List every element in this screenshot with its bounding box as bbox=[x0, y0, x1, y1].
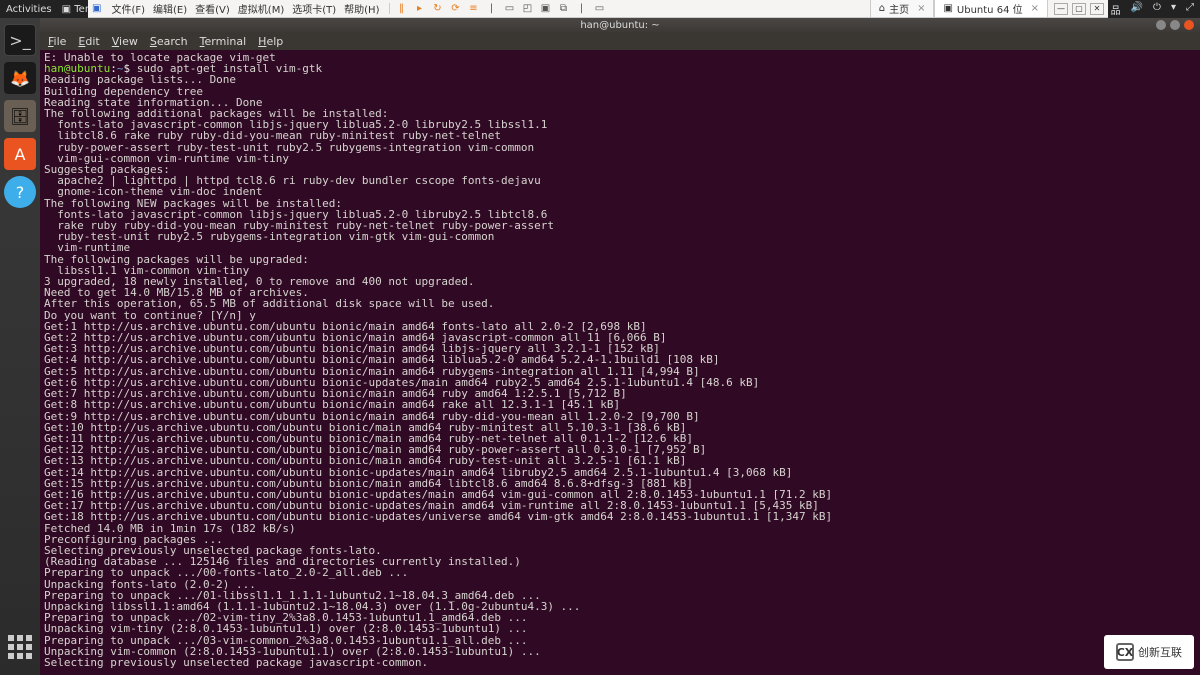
tab-close-icon[interactable]: × bbox=[1031, 3, 1039, 14]
minimize-icon[interactable]: — bbox=[1054, 3, 1068, 15]
tab-label: 主页 bbox=[889, 1, 909, 16]
vm-logo-icon: ▣ bbox=[88, 3, 105, 14]
ubuntu-launcher: >_ 🦊 🗄 A ? bbox=[0, 18, 40, 675]
terminal-launcher-icon[interactable]: >_ bbox=[4, 24, 36, 56]
vm-menu-item[interactable]: 选项卡(T) bbox=[292, 1, 336, 16]
vm-menu-item[interactable]: 文件(F) bbox=[111, 1, 145, 16]
terminal-menu-item[interactable]: Search bbox=[150, 35, 188, 48]
maximize-icon[interactable]: ▢ bbox=[1072, 3, 1086, 15]
watermark: CX 创新互联 bbox=[1104, 635, 1194, 669]
sound-icon[interactable]: 🔊 bbox=[1131, 2, 1143, 17]
divider: | bbox=[574, 3, 588, 14]
files-launcher-icon[interactable]: 🗄 bbox=[4, 100, 36, 132]
tab-icon: ⌂ bbox=[879, 3, 885, 14]
software-launcher-icon[interactable]: A bbox=[4, 138, 36, 170]
vmware-menu-bar: ▣ 文件(F) 编辑(E) 查看(V) 虚拟机(M) 选项卡(T) 帮助(H) ‖ ▸ ↻… bbox=[88, 0, 1108, 18]
terminal-titlebar: han@ubuntu: ~ bbox=[40, 18, 1200, 32]
terminal-menu-item[interactable]: Terminal bbox=[200, 35, 247, 48]
tab-icon: ▣ bbox=[943, 3, 952, 14]
dropdown-icon[interactable]: ▾ bbox=[1171, 2, 1176, 17]
fullscreen-icon[interactable]: ⤢ bbox=[1186, 2, 1194, 17]
reset-icon[interactable]: ⟳ bbox=[448, 3, 462, 14]
tab-label: Ubuntu 64 位 bbox=[957, 1, 1023, 16]
close-icon[interactable]: ✕ bbox=[1090, 3, 1104, 15]
vm-menu-item[interactable]: 编辑(E) bbox=[153, 1, 187, 16]
terminal-menu-item[interactable]: Help bbox=[258, 35, 283, 48]
network-icon[interactable]: 品 bbox=[1111, 2, 1121, 17]
vm-tab[interactable]: ▣ Ubuntu 64 位 × bbox=[934, 0, 1048, 18]
tool-icon[interactable]: ◰ bbox=[520, 3, 534, 14]
pause-icon[interactable]: ‖ bbox=[394, 3, 408, 14]
terminal-menu-item[interactable]: View bbox=[112, 35, 138, 48]
divider: | bbox=[484, 3, 498, 14]
vm-menu-item[interactable]: 查看(V) bbox=[195, 1, 230, 16]
activities-button[interactable]: Activities bbox=[6, 4, 52, 15]
vm-menu-item[interactable]: 帮助(H) bbox=[344, 1, 379, 16]
show-apps-icon[interactable] bbox=[4, 631, 36, 663]
window-close-icon[interactable] bbox=[1184, 20, 1194, 30]
tab-close-icon[interactable]: × bbox=[917, 3, 925, 14]
vm-menu-item[interactable]: 虚拟机(M) bbox=[238, 1, 284, 16]
window-minimize-icon[interactable] bbox=[1156, 20, 1166, 30]
snapshot-icon[interactable]: ≡ bbox=[466, 3, 480, 14]
firefox-launcher-icon[interactable]: 🦊 bbox=[4, 62, 36, 94]
tool-icon[interactable]: ▣ bbox=[538, 3, 552, 14]
watermark-label: 创新互联 bbox=[1138, 644, 1182, 660]
window-title: han@ubuntu: ~ bbox=[580, 20, 659, 31]
tool-icon[interactable]: ⧉ bbox=[556, 3, 570, 14]
stop-icon[interactable]: ↻ bbox=[430, 3, 444, 14]
window-maximize-icon[interactable] bbox=[1170, 20, 1180, 30]
help-launcher-icon[interactable]: ? bbox=[4, 176, 36, 208]
tool-icon[interactable]: ▭ bbox=[502, 3, 516, 14]
vm-toolbar: ‖ ▸ ↻ ⟳ ≡ | ▭ ◰ ▣ ⧉ | ▭ bbox=[389, 3, 610, 14]
terminal-output[interactable]: E: Unable to locate package vim-get han@… bbox=[40, 50, 1200, 675]
power-icon[interactable]: ⏻ bbox=[1153, 2, 1161, 17]
terminal-menu-bar: File Edit View Search Terminal Help bbox=[40, 32, 1200, 50]
vm-tab[interactable]: ⌂ 主页 × bbox=[870, 0, 935, 18]
tool-icon[interactable]: ▭ bbox=[592, 3, 606, 14]
play-icon[interactable]: ▸ bbox=[412, 3, 426, 14]
watermark-logo-icon: CX bbox=[1116, 643, 1134, 661]
terminal-menu-item[interactable]: File bbox=[48, 35, 66, 48]
terminal-menu-item[interactable]: Edit bbox=[78, 35, 99, 48]
